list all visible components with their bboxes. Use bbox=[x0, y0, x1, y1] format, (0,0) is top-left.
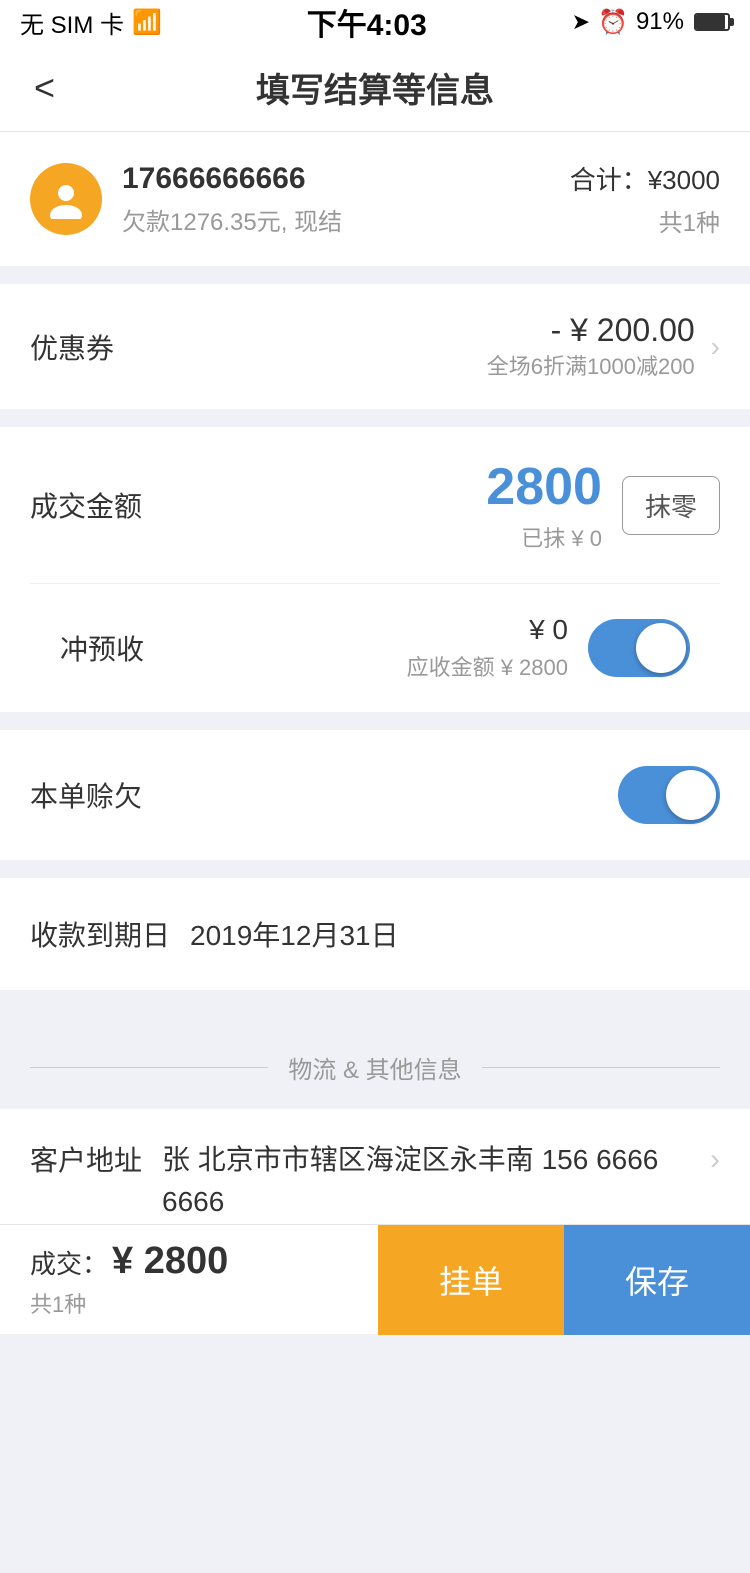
prepay-right: ¥ 0 应收金额 ¥ 2800 bbox=[407, 614, 690, 682]
bottom-count: 共1种 bbox=[30, 1287, 348, 1319]
bottom-deal-label: 成交： bbox=[30, 1244, 108, 1281]
address-label: 客户地址 bbox=[30, 1139, 142, 1179]
prepay-toggle[interactable] bbox=[588, 619, 690, 677]
logistics-divider-inner: 物流 & 其他信息 bbox=[0, 1050, 750, 1085]
wifi-icon: 📶 bbox=[132, 8, 162, 37]
status-time: 下午4:03 bbox=[307, 0, 427, 44]
transaction-right: 2800 已抹 ¥ 0 抹零 bbox=[486, 457, 720, 553]
bottom-deal-row: 成交： ¥ 2800 bbox=[30, 1240, 348, 1283]
coupon-content: - ¥ 200.00 全场6折满1000减200 bbox=[487, 312, 695, 381]
user-details: 17666666666 欠款1276.35元, 现结 bbox=[122, 162, 342, 237]
transaction-amount-col: 2800 已抹 ¥ 0 bbox=[486, 457, 602, 553]
address-chevron-icon: › bbox=[710, 1143, 720, 1177]
coupon-right: - ¥ 200.00 全场6折满1000减200 › bbox=[487, 312, 720, 381]
transaction-sub: 已抹 ¥ 0 bbox=[486, 521, 602, 553]
alarm-icon: ⏰ bbox=[598, 8, 628, 37]
nav-bar: < 填写结算等信息 bbox=[0, 44, 750, 132]
debt-label: 本单赊欠 bbox=[30, 775, 142, 815]
due-date-label: 收款到期日 bbox=[30, 914, 170, 954]
carrier-text: 无 SIM 卡 bbox=[20, 5, 124, 40]
user-info-card: 17666666666 欠款1276.35元, 现结 合计：¥3000 共1种 bbox=[0, 132, 750, 266]
prepay-amount: ¥ 0 bbox=[407, 614, 568, 646]
battery-text: 91% bbox=[636, 8, 684, 36]
save-button[interactable]: 保存 bbox=[564, 1225, 750, 1335]
chevron-right-icon: › bbox=[711, 331, 720, 363]
hang-order-button[interactable]: 挂单 bbox=[378, 1225, 564, 1335]
transaction-card: 成交金额 2800 已抹 ¥ 0 抹零 冲预收 ¥ 0 应收金额 ¥ 2800 bbox=[0, 427, 750, 712]
battery-icon bbox=[694, 13, 730, 31]
status-left: 无 SIM 卡 📶 bbox=[20, 5, 162, 40]
round-off-button[interactable]: 抹零 bbox=[622, 476, 720, 535]
page-title: 填写结算等信息 bbox=[256, 63, 494, 112]
debt-card: 本单赊欠 bbox=[0, 730, 750, 860]
bottom-summary: 成交： ¥ 2800 共1种 bbox=[0, 1240, 378, 1319]
divider-line-right bbox=[482, 1067, 720, 1068]
user-phone: 17666666666 bbox=[122, 162, 342, 196]
total-count: 共1种 bbox=[570, 203, 720, 238]
transaction-row: 成交金额 2800 已抹 ¥ 0 抹零 bbox=[30, 427, 720, 584]
coupon-amount: - ¥ 200.00 bbox=[487, 312, 695, 349]
transaction-label: 成交金额 bbox=[30, 485, 142, 525]
coupon-card[interactable]: 优惠券 - ¥ 200.00 全场6折满1000减200 › bbox=[0, 284, 750, 409]
logistics-divider: 物流 & 其他信息 bbox=[0, 1026, 750, 1109]
due-date-value: 2019年12月31日 bbox=[190, 914, 399, 954]
bottom-amount: ¥ 2800 bbox=[112, 1240, 228, 1283]
bottom-bar: 成交： ¥ 2800 共1种 挂单 保存 bbox=[0, 1224, 750, 1334]
transaction-amount: 2800 bbox=[486, 457, 602, 517]
user-total: 合计：¥3000 共1种 bbox=[570, 160, 720, 238]
coupon-label: 优惠券 bbox=[30, 327, 114, 367]
prepay-row: 冲预收 ¥ 0 应收金额 ¥ 2800 bbox=[30, 584, 720, 712]
user-sub-text: 欠款1276.35元, 现结 bbox=[122, 202, 342, 237]
coupon-desc: 全场6折满1000减200 bbox=[487, 349, 695, 381]
divider-line-left bbox=[30, 1067, 268, 1068]
avatar bbox=[30, 163, 102, 235]
debt-toggle[interactable] bbox=[618, 766, 720, 824]
user-left: 17666666666 欠款1276.35元, 现结 bbox=[30, 162, 342, 237]
logistics-section: 物流 & 其他信息 客户地址 张 北京市市辖区海淀区永丰南 156 6666 6… bbox=[0, 1008, 750, 1253]
status-right: ➤ ⏰ 91% bbox=[572, 8, 730, 37]
total-amount: 合计：¥3000 bbox=[570, 160, 720, 197]
content-area: 17666666666 欠款1276.35元, 现结 合计：¥3000 共1种 … bbox=[0, 132, 750, 1573]
address-content: 张 北京市市辖区海淀区永丰南 156 6666 6666 bbox=[162, 1139, 700, 1223]
back-button[interactable]: < bbox=[24, 57, 65, 119]
location-icon: ➤ bbox=[572, 9, 590, 35]
logistics-label: 物流 & 其他信息 bbox=[268, 1050, 481, 1085]
prepay-sub-text: 应收金额 ¥ 2800 bbox=[407, 650, 568, 682]
due-date-card: 收款到期日 2019年12月31日 bbox=[0, 878, 750, 990]
status-bar: 无 SIM 卡 📶 下午4:03 ➤ ⏰ 91% bbox=[0, 0, 750, 44]
prepay-amount-col: ¥ 0 应收金额 ¥ 2800 bbox=[407, 614, 568, 682]
prepay-label: 冲预收 bbox=[60, 628, 144, 668]
